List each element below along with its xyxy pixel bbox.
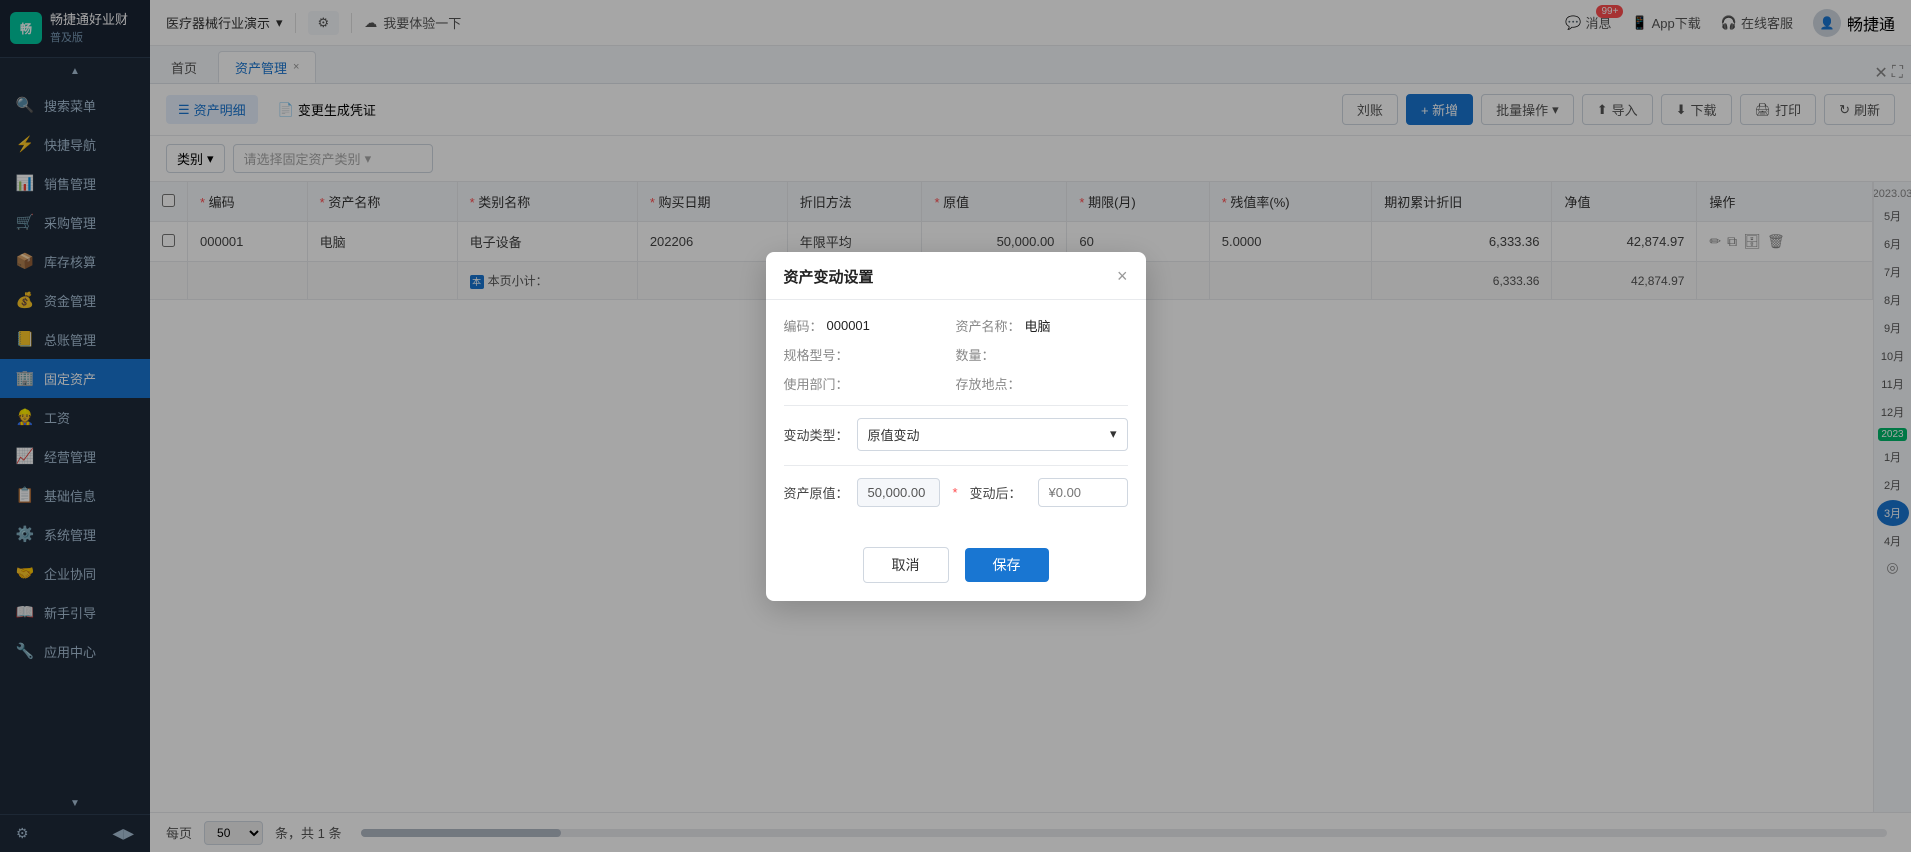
dialog-header: 资产变动设置 ×	[766, 252, 1146, 300]
code-label: 编码：	[784, 316, 823, 335]
original-value-label: 资产原值：	[784, 483, 849, 502]
original-value-field: 资产原值： 50,000.00 * 变动后：	[784, 478, 1128, 507]
change-type-field: 变动类型： 原值变动 ▾	[784, 418, 1128, 451]
dept-label: 使用部门：	[784, 374, 849, 393]
asset-change-dialog: 资产变动设置 × 编码： 000001 资产名称： 电脑 规格型号： 数量：	[766, 252, 1146, 601]
dialog-code-field: 编码： 000001	[784, 316, 956, 335]
location-label: 存放地点：	[956, 374, 1021, 393]
dialog-close-btn[interactable]: ×	[1117, 266, 1128, 287]
original-value-display: 50,000.00	[857, 478, 941, 507]
required-star: *	[952, 485, 957, 500]
change-type-label: 变动类型：	[784, 425, 849, 444]
dialog-qty-field: 数量：	[956, 345, 1128, 364]
cancel-button[interactable]: 取消	[863, 547, 949, 583]
dialog-location-field: 存放地点：	[956, 374, 1128, 393]
save-button[interactable]: 保存	[965, 548, 1049, 582]
qty-label: 数量：	[956, 345, 995, 364]
dialog-title: 资产变动设置	[784, 266, 874, 287]
change-type-chevron-icon: ▾	[1110, 426, 1117, 442]
dialog-actions: 取消 保存	[766, 537, 1146, 601]
dialog-divider1	[784, 405, 1128, 406]
dialog-name-field: 资产名称： 电脑	[956, 316, 1128, 335]
name-value: 电脑	[1025, 316, 1051, 335]
after-value-input[interactable]	[1038, 478, 1128, 507]
dialog-info-grid: 编码： 000001 资产名称： 电脑 规格型号： 数量： 使用部门：	[784, 316, 1128, 393]
dialog-body: 编码： 000001 资产名称： 电脑 规格型号： 数量： 使用部门：	[766, 300, 1146, 537]
code-value: 000001	[827, 318, 870, 333]
change-type-value: 原值变动	[868, 425, 920, 444]
after-label: 变动后：	[970, 483, 1030, 502]
dialog-divider2	[784, 465, 1128, 466]
modal-overlay: 资产变动设置 × 编码： 000001 资产名称： 电脑 规格型号： 数量：	[0, 0, 1911, 852]
dialog-spec-field: 规格型号：	[784, 345, 956, 364]
dialog-dept-field: 使用部门：	[784, 374, 956, 393]
name-label: 资产名称：	[956, 316, 1021, 335]
spec-label: 规格型号：	[784, 345, 849, 364]
change-type-select[interactable]: 原值变动 ▾	[857, 418, 1128, 451]
